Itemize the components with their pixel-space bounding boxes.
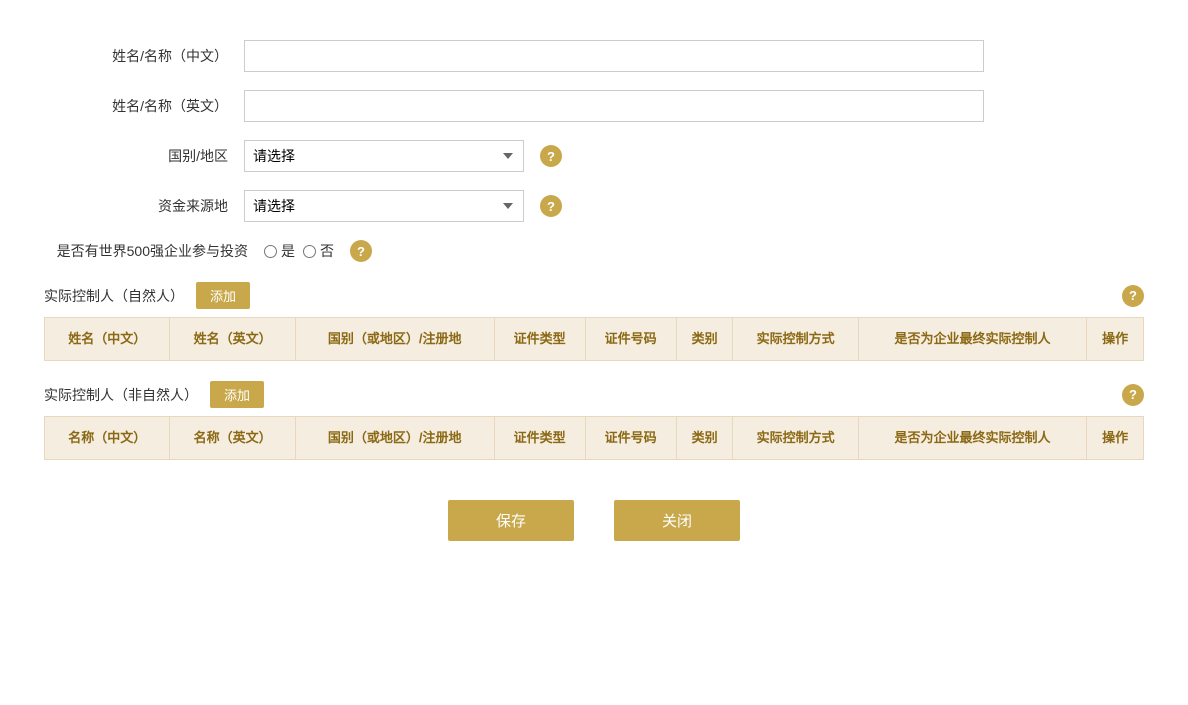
close-button[interactable]: 关闭 [614, 500, 740, 541]
nnp-col-is-final: 是否为企业最终实际控制人 [858, 417, 1086, 460]
np-col-action: 操作 [1087, 318, 1144, 361]
natural-person-table-head: 姓名（中文） 姓名（英文） 国别（或地区）/注册地 证件类型 证件号码 类别 实… [45, 318, 1144, 361]
fortune500-no-label[interactable]: 否 [303, 241, 334, 261]
fortune500-help-icon[interactable]: ? [350, 240, 372, 262]
nnp-col-name-en: 名称（英文） [170, 417, 295, 460]
fortune500-yes-text: 是 [281, 241, 295, 261]
button-row: 保存 关闭 [44, 500, 1144, 561]
nnp-col-category: 类别 [676, 417, 733, 460]
non-natural-person-add-button[interactable]: 添加 [210, 381, 264, 408]
non-natural-person-header: 实际控制人（非自然人） 添加 ? [44, 381, 1144, 408]
name-cn-input[interactable] [244, 40, 984, 72]
nnp-col-cert-type: 证件类型 [494, 417, 585, 460]
fund-source-select[interactable]: 请选择 [244, 190, 524, 222]
natural-person-title: 实际控制人（自然人） [44, 286, 184, 306]
non-natural-person-help-icon[interactable]: ? [1122, 384, 1144, 406]
fortune500-no-text: 否 [320, 241, 334, 261]
country-row: 国别/地区 请选择 ? [44, 140, 1144, 172]
country-label: 国别/地区 [44, 146, 244, 166]
np-col-is-final: 是否为企业最终实际控制人 [858, 318, 1086, 361]
fortune500-label: 是否有世界500强企业参与投资 [44, 241, 264, 261]
name-en-input[interactable] [244, 90, 984, 122]
np-col-category: 类别 [676, 318, 733, 361]
natural-person-help-icon[interactable]: ? [1122, 285, 1144, 307]
fund-source-row: 资金来源地 请选择 ? [44, 190, 1144, 222]
fortune500-no-radio[interactable] [303, 245, 316, 258]
name-en-label: 姓名/名称（英文） [44, 96, 244, 116]
non-natural-person-section: 实际控制人（非自然人） 添加 ? 名称（中文） 名称（英文） 国别（或地区）/注… [44, 381, 1144, 460]
non-natural-person-title: 实际控制人（非自然人） [44, 385, 198, 405]
nnp-col-country: 国别（或地区）/注册地 [295, 417, 494, 460]
nnp-col-action: 操作 [1087, 417, 1144, 460]
non-natural-person-table-header-row: 名称（中文） 名称（英文） 国别（或地区）/注册地 证件类型 证件号码 类别 实… [45, 417, 1144, 460]
nnp-col-name-cn: 名称（中文） [45, 417, 170, 460]
nnp-col-control-method: 实际控制方式 [733, 417, 858, 460]
np-col-country: 国别（或地区）/注册地 [295, 318, 494, 361]
np-col-name-en: 姓名（英文） [170, 318, 295, 361]
natural-person-table: 姓名（中文） 姓名（英文） 国别（或地区）/注册地 证件类型 证件号码 类别 实… [44, 317, 1144, 361]
country-select[interactable]: 请选择 [244, 140, 524, 172]
np-col-cert-no: 证件号码 [585, 318, 676, 361]
name-cn-row: 姓名/名称（中文） [44, 40, 1144, 72]
natural-person-add-button[interactable]: 添加 [196, 282, 250, 309]
nnp-col-cert-no: 证件号码 [585, 417, 676, 460]
natural-person-header: 实际控制人（自然人） 添加 ? [44, 282, 1144, 309]
non-natural-person-table-head: 名称（中文） 名称（英文） 国别（或地区）/注册地 证件类型 证件号码 类别 实… [45, 417, 1144, 460]
fortune500-radio-group: 是 否 [264, 241, 334, 261]
fortune500-yes-radio[interactable] [264, 245, 277, 258]
np-col-cert-type: 证件类型 [494, 318, 585, 361]
name-en-row: 姓名/名称（英文） [44, 90, 1144, 122]
non-natural-person-table: 名称（中文） 名称（英文） 国别（或地区）/注册地 证件类型 证件号码 类别 实… [44, 416, 1144, 460]
fund-source-label: 资金来源地 [44, 196, 244, 216]
natural-person-section: 实际控制人（自然人） 添加 ? 姓名（中文） 姓名（英文） 国别（或地区）/注册… [44, 282, 1144, 361]
country-help-icon[interactable]: ? [540, 145, 562, 167]
fortune500-row: 是否有世界500强企业参与投资 是 否 ? [44, 240, 1144, 262]
np-col-name-cn: 姓名（中文） [45, 318, 170, 361]
fortune500-yes-label[interactable]: 是 [264, 241, 295, 261]
save-button[interactable]: 保存 [448, 500, 574, 541]
page-container: 姓名/名称（中文） 姓名/名称（英文） 国别/地区 请选择 ? 资金来源地 请选… [44, 20, 1144, 581]
name-cn-label: 姓名/名称（中文） [44, 46, 244, 66]
natural-person-table-header-row: 姓名（中文） 姓名（英文） 国别（或地区）/注册地 证件类型 证件号码 类别 实… [45, 318, 1144, 361]
fund-source-help-icon[interactable]: ? [540, 195, 562, 217]
np-col-control-method: 实际控制方式 [733, 318, 858, 361]
